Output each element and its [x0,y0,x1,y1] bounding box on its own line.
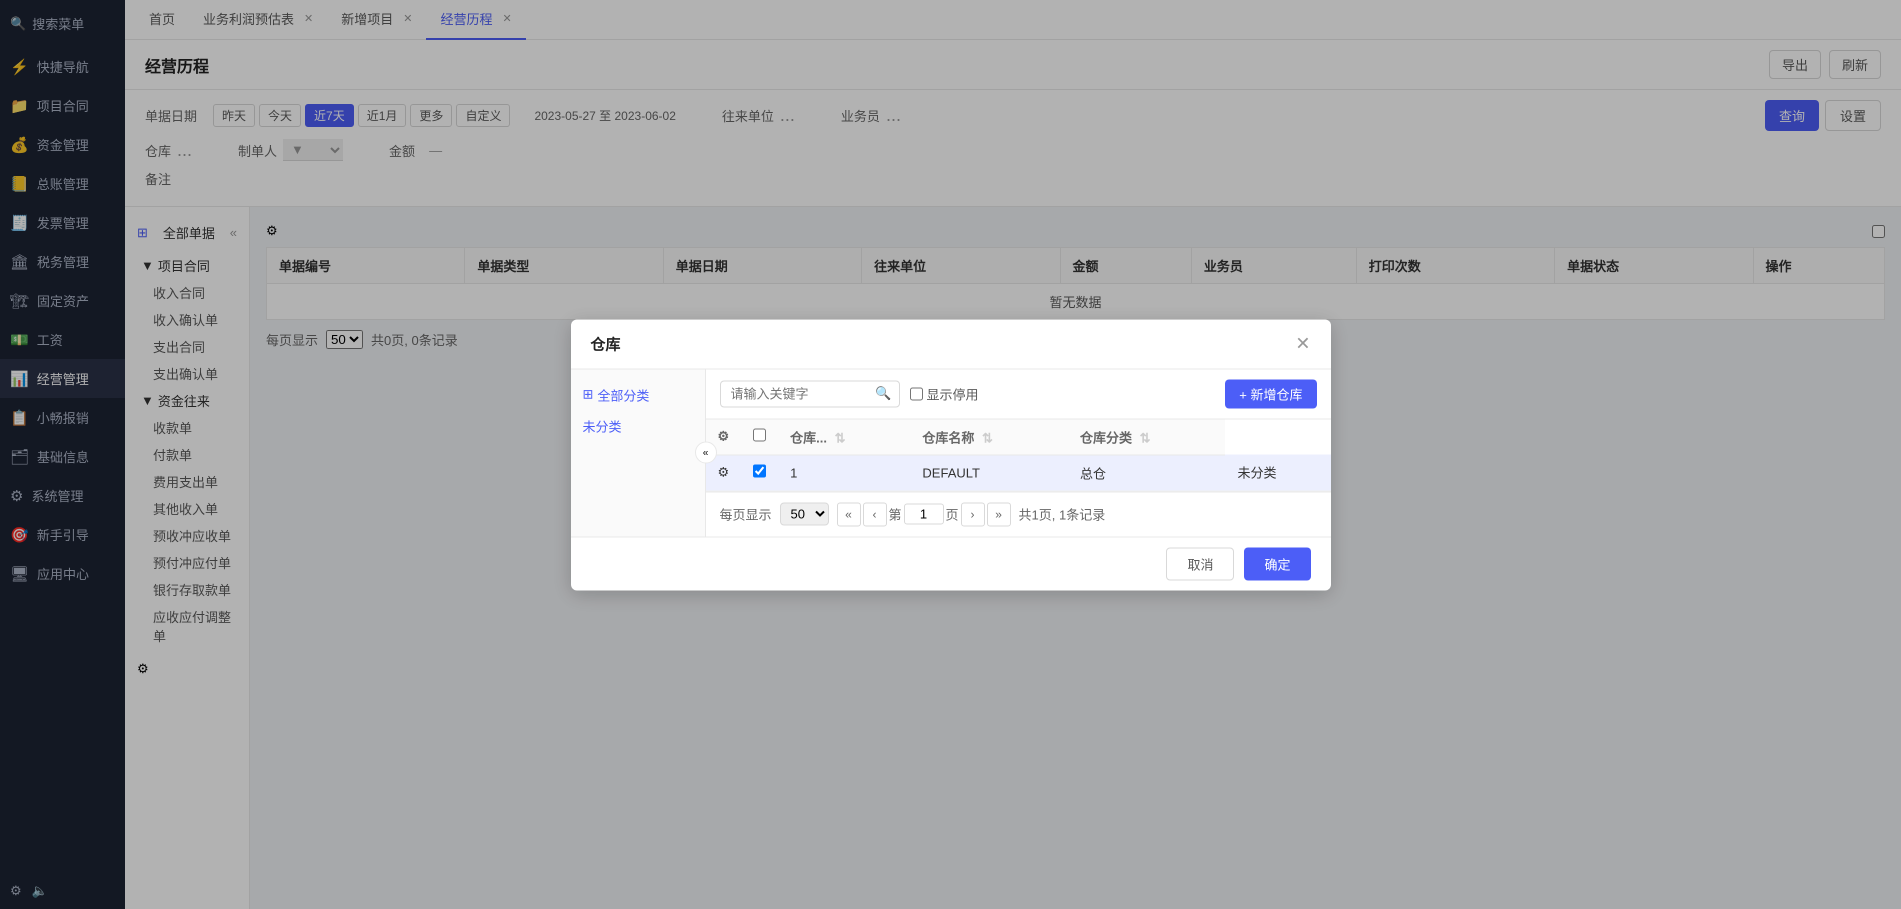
modal-main: 🔍 显示停用 + 新增仓库 ⚙ 仓库... [706,369,1331,536]
modal-sidebar-all[interactable]: ⊞ 全部分类 [571,379,705,410]
modal-per-page-select[interactable]: 50 [780,503,829,526]
modal-close-button[interactable]: ✕ [1295,335,1310,353]
modal-page-nav: « ‹ 第 页 › » [837,502,1011,526]
modal-footer: 每页显示 50 « ‹ 第 页 › » 共1页, 1条记录 [706,491,1331,536]
modal-sidebar-scroll: 未分类 [571,410,705,526]
modal-cancel-button[interactable]: 取消 [1166,547,1234,580]
sort-icon-category[interactable]: ⇅ [1140,430,1151,445]
modal-sidebar-collapse-btn[interactable]: « [695,442,717,464]
modal-table-wrap: ⚙ 仓库... ⇅ 仓库名称 ⇅ 仓库分类 [706,419,1331,491]
modal-table: ⚙ 仓库... ⇅ 仓库名称 ⇅ 仓库分类 [706,419,1331,491]
modal-pagination: 每页显示 50 « ‹ 第 页 › » 共1页, 1条记录 [720,502,1317,526]
modal-toolbar: 🔍 显示停用 + 新增仓库 [706,369,1331,419]
modal-page-label-pre: 第 [889,505,902,524]
modal-action-footer: 取消 确定 [571,536,1331,590]
show-disabled-label[interactable]: 显示停用 [910,384,979,403]
show-disabled-text: 显示停用 [927,384,979,403]
modal-page-input[interactable] [904,504,944,525]
modal-total-label: 共1页, 1条记录 [1019,505,1106,524]
modal-prev-page-btn[interactable]: ‹ [863,502,887,526]
row-checkbox[interactable] [753,465,766,478]
row-checkbox-cell[interactable] [741,455,778,491]
row-category: 未分类 [1225,455,1330,491]
show-disabled-checkbox[interactable] [910,387,923,400]
sort-icon-name[interactable]: ⇅ [982,430,993,445]
row-name: 总仓 [1068,455,1226,491]
modal-sidebar: ⊞ 全部分类 未分类 « [571,369,706,536]
modal-title: 仓库 [591,333,621,354]
modal-table-row[interactable]: ⚙ 1 DEFAULT 总仓 未分类 [706,455,1331,491]
modal-col-category-label: 仓库分类 [1080,430,1132,445]
modal-search-wrap: 🔍 [720,380,900,407]
warehouse-modal: 仓库 ✕ ⊞ 全部分类 未分类 « 🔍 [571,319,1331,590]
modal-col-checkbox [741,419,778,455]
modal-select-all[interactable] [753,429,766,442]
modal-col-name-label: 仓库名称 [922,430,974,445]
modal-uncategorized-label: 未分类 [583,419,622,434]
modal-next-page-btn[interactable]: › [961,502,985,526]
row-id: 1 [778,455,910,491]
row-code: DEFAULT [910,455,1068,491]
modal-sidebar-uncategorized[interactable]: 未分类 [571,410,705,441]
modal-col-code: 仓库... ⇅ [778,419,910,455]
modal-per-page-label: 每页显示 [720,505,772,524]
modal-grid-icon: ⊞ [583,387,594,403]
modal-first-page-btn[interactable]: « [837,502,861,526]
sort-icon-code[interactable]: ⇅ [835,430,846,445]
modal-search-input[interactable] [720,380,900,407]
modal-col-code-label: 仓库... [790,430,827,445]
modal-col-name: 仓库名称 ⇅ [910,419,1068,455]
modal-col-category: 仓库分类 ⇅ [1068,419,1226,455]
modal-confirm-button[interactable]: 确定 [1244,547,1310,580]
modal-last-page-btn[interactable]: » [987,502,1011,526]
modal-page-label: 页 [946,505,959,524]
modal-body: ⊞ 全部分类 未分类 « 🔍 显示停用 + 新增仓库 [571,369,1331,536]
modal-search-icon[interactable]: 🔍 [875,386,891,402]
modal-all-label: 全部分类 [597,385,649,404]
modal-header: 仓库 ✕ [571,319,1331,369]
add-warehouse-button[interactable]: + 新增仓库 [1225,379,1316,408]
